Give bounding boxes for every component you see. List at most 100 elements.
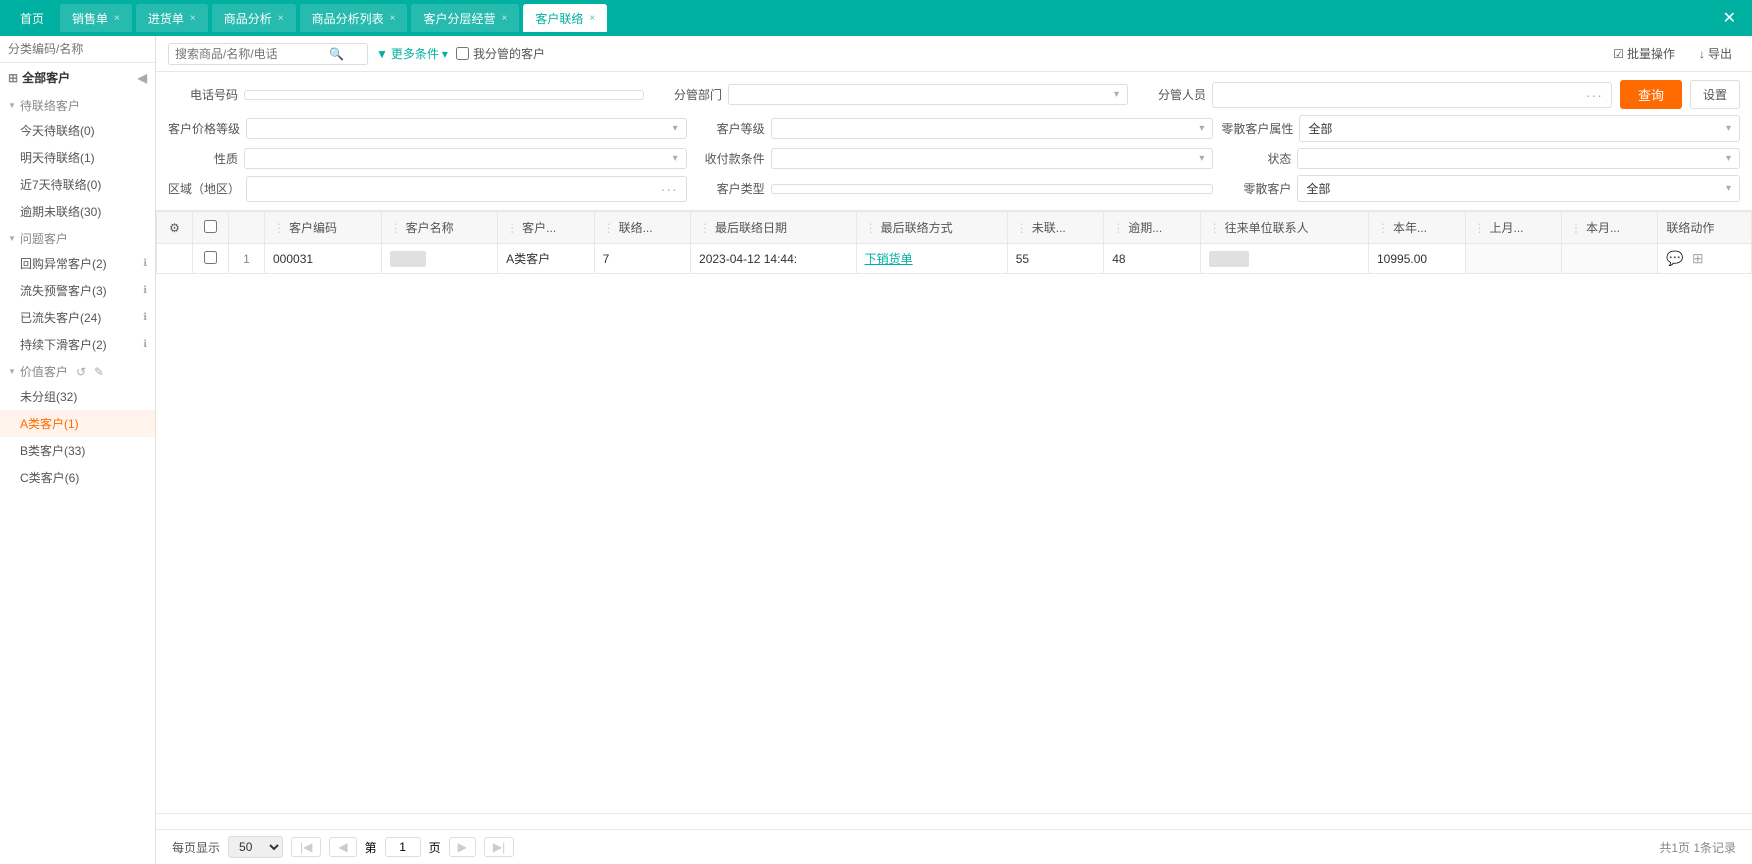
customer-contact-tab-close[interactable]: ×: [589, 13, 595, 24]
sidebar-item-ungroup[interactable]: 未分组(32): [0, 383, 155, 410]
sidebar-item-class-b[interactable]: B类客户(33): [0, 437, 155, 464]
row-uncontacted: 55: [1007, 244, 1103, 274]
row-checkbox-cell[interactable]: [193, 244, 229, 274]
last-page-button[interactable]: ▶|: [484, 837, 514, 857]
nav-tab-analysis-list[interactable]: 商品分析列表 ×: [300, 4, 408, 32]
sidebar-item-overdue[interactable]: 逾期未联络(30): [0, 198, 155, 225]
window-close-button[interactable]: ✕: [1715, 8, 1744, 28]
grid-action-icon[interactable]: ⊞: [1692, 250, 1704, 267]
col-header-this-month[interactable]: ⋮本月...: [1561, 212, 1657, 244]
row-contact-count: 7: [594, 244, 690, 274]
row-last-contact-method[interactable]: 下销货单: [856, 244, 1007, 274]
sidebar-item-declining[interactable]: 持续下滑客户(2) ℹ: [0, 331, 155, 358]
sidebar-item-churned[interactable]: 已流失客户(24) ℹ: [0, 304, 155, 331]
prev-page-button[interactable]: ◀: [329, 837, 356, 857]
batch-op-button[interactable]: ☑ 批量操作: [1605, 42, 1683, 65]
row-code: 000031: [265, 244, 382, 274]
nature-select[interactable]: ▾: [244, 148, 687, 169]
filter-search-icon: 🔍: [329, 47, 344, 61]
sidebar-item-repurchase-abnormal[interactable]: 回购异常客户(2) ℹ: [0, 250, 155, 277]
col-header-checkbox[interactable]: [193, 212, 229, 244]
nav-tab-analysis[interactable]: 商品分析 ×: [212, 4, 296, 32]
col-header-contact-person[interactable]: ⋮往来单位联系人: [1200, 212, 1368, 244]
info-icon-3: ℹ: [143, 312, 147, 323]
col-header-last-month[interactable]: ⋮上月...: [1465, 212, 1561, 244]
col-header-settings[interactable]: ⚙: [157, 212, 193, 244]
sidebar-item-today[interactable]: 今天待联络(0): [0, 117, 155, 144]
col-header-name[interactable]: ⋮客户名称: [381, 212, 498, 244]
sales-tab-close[interactable]: ×: [114, 13, 120, 24]
sidebar-item-class-a[interactable]: A类客户(1): [0, 410, 155, 437]
sidebar-item-class-c[interactable]: C类客户(6): [0, 464, 155, 491]
select-all-checkbox[interactable]: [204, 220, 217, 233]
edit-icon[interactable]: ✎: [94, 365, 104, 379]
col-header-this-year[interactable]: ⋮本年...: [1369, 212, 1466, 244]
region-input[interactable]: ···: [246, 176, 687, 202]
price-grade-select[interactable]: ▾: [246, 118, 687, 139]
sidebar-search-input[interactable]: [8, 42, 156, 56]
my-customers-check[interactable]: [456, 47, 469, 60]
refresh-icon[interactable]: ↺: [76, 365, 86, 379]
col-header-overdue[interactable]: ⋮逾期...: [1104, 212, 1200, 244]
region-label: 区域（地区）: [168, 180, 240, 197]
row-settings: [157, 244, 193, 274]
expand-triangle-value: ▼: [8, 367, 16, 376]
table-body: 1 000031 Ea A类客户 7 2023-04-12 14:44: 下销货…: [157, 244, 1752, 274]
status-select[interactable]: ▾: [1297, 148, 1740, 169]
h-scrollbar[interactable]: [156, 813, 1752, 829]
sidebar-item-churn-warning[interactable]: 流失预警客户(3) ℹ: [0, 277, 155, 304]
chat-icon[interactable]: 💬: [1666, 250, 1683, 267]
my-customers-checkbox[interactable]: 我分管的客户: [456, 45, 545, 62]
customer-grade-select[interactable]: ▾: [771, 118, 1214, 139]
export-button[interactable]: ↓ 导出: [1691, 42, 1740, 65]
sidebar-item-7days[interactable]: 近7天待联络(0): [0, 171, 155, 198]
col-header-last-contact-method[interactable]: ⋮最后联络方式: [856, 212, 1007, 244]
settings-button[interactable]: 设置: [1690, 80, 1740, 109]
customer-type-input[interactable]: [771, 184, 1214, 194]
phone-input[interactable]: [244, 90, 644, 100]
table-settings-icon[interactable]: ⚙: [169, 221, 180, 235]
manager-dots: ···: [1586, 87, 1603, 103]
first-page-button[interactable]: |◀: [291, 837, 321, 857]
page-number-input[interactable]: [385, 837, 421, 857]
manager-input[interactable]: ···: [1212, 82, 1612, 108]
purchase-tab-close[interactable]: ×: [190, 13, 196, 24]
col-header-code[interactable]: ⋮客户编码: [265, 212, 382, 244]
region-dots: ···: [661, 181, 678, 197]
col-header-last-contact-date[interactable]: ⋮最后联络日期: [691, 212, 857, 244]
customer-tier-tab-close[interactable]: ×: [501, 13, 507, 24]
table-row: 1 000031 Ea A类客户 7 2023-04-12 14:44: 下销货…: [157, 244, 1752, 274]
nav-tab-customer-tier[interactable]: 客户分层经营 ×: [411, 4, 519, 32]
nav-tab-customer-contact[interactable]: 客户联络 ×: [523, 4, 607, 32]
page-word: 第: [365, 839, 377, 856]
batch-op-icon: ☑: [1613, 47, 1624, 61]
retail-customer-select[interactable]: 全部▾: [1297, 175, 1740, 202]
payment-select[interactable]: ▾: [771, 148, 1214, 169]
content-area: 🔍 ▼ 更多条件 ▾ 我分管的客户 ☑ 批量操作 ↓ 导出: [156, 36, 1752, 864]
manager-field: 分管人员 ···: [1136, 82, 1612, 108]
row-checkbox[interactable]: [204, 251, 217, 264]
expand-triangle: ▼: [8, 101, 16, 110]
nav-tab-sales[interactable]: 销售单 ×: [60, 4, 132, 32]
sidebar-item-tomorrow[interactable]: 明天待联络(1): [0, 144, 155, 171]
nav-tab-purchase[interactable]: 进货单 ×: [136, 4, 208, 32]
page-size-select[interactable]: 50 100 200: [228, 836, 283, 858]
col-header-contact[interactable]: ⋮联络...: [594, 212, 690, 244]
info-icon-4: ℹ: [143, 339, 147, 350]
payment-field: 收付款条件 ▾: [695, 148, 1214, 169]
analysis-list-tab-close[interactable]: ×: [390, 13, 396, 24]
retail-attr-select[interactable]: 全部▾: [1299, 115, 1740, 142]
next-page-button[interactable]: ▶: [449, 837, 476, 857]
col-header-uncontacted[interactable]: ⋮未联...: [1007, 212, 1103, 244]
query-button[interactable]: 查询: [1620, 80, 1682, 109]
contact-person-blurred: RE .: [1209, 251, 1249, 267]
analysis-tab-close[interactable]: ×: [278, 13, 284, 24]
last-contact-link[interactable]: 下销货单: [865, 252, 913, 266]
sidebar-all-customers[interactable]: ⊞ 全部客户 ◀: [0, 63, 155, 92]
nav-home-tab[interactable]: 首页: [8, 4, 56, 32]
more-filters-button[interactable]: ▼ 更多条件 ▾: [376, 45, 448, 62]
dept-select[interactable]: ▾: [728, 84, 1128, 105]
sidebar-collapse-arrow[interactable]: ◀: [138, 71, 147, 85]
filter-search-input[interactable]: [175, 47, 325, 61]
col-header-type[interactable]: ⋮客户...: [498, 212, 594, 244]
